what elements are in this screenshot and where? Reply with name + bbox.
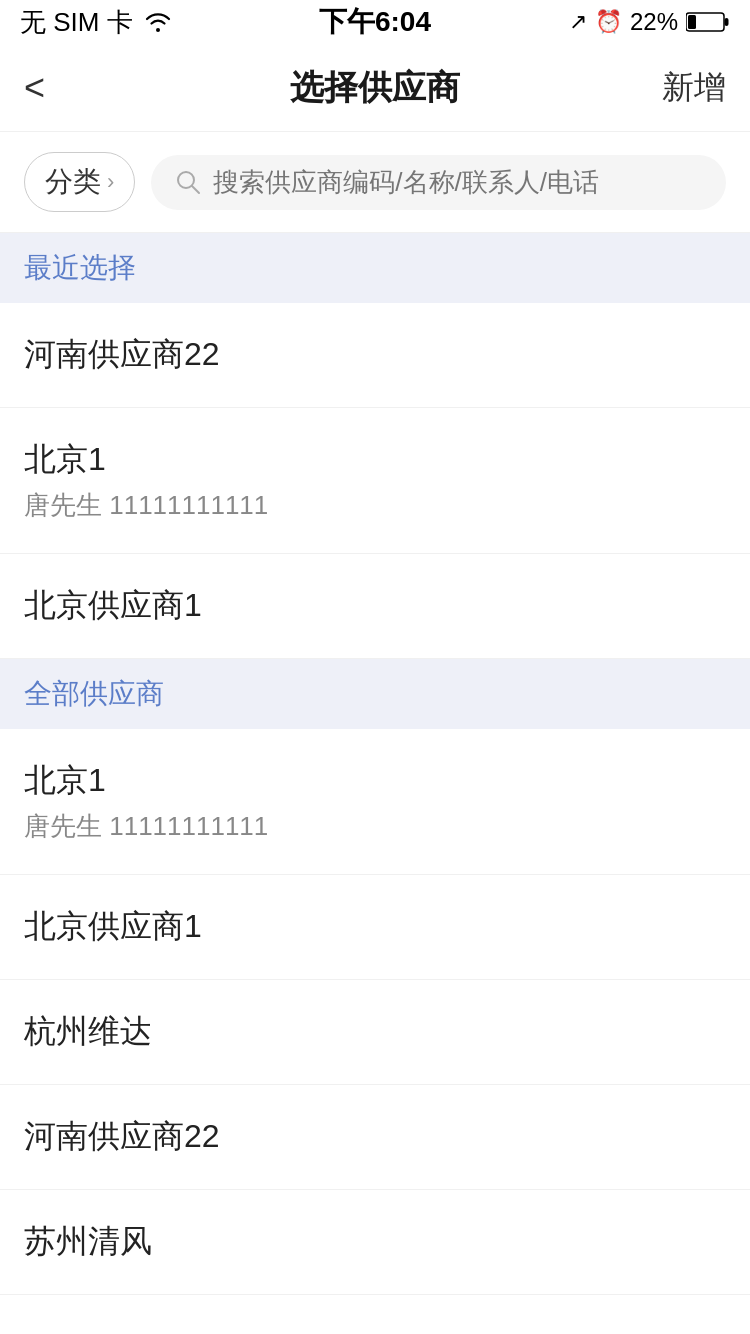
chevron-right-icon: › [107, 169, 114, 195]
item-name: 河南供应商22 [24, 333, 726, 377]
all-section-label: 全部供应商 [24, 678, 164, 709]
battery-text: 22% [630, 8, 678, 36]
recent-section-label: 最近选择 [24, 252, 136, 283]
item-name: 北京1 [24, 438, 726, 482]
item-name: 北京供应商1 [24, 584, 726, 628]
search-box[interactable] [151, 155, 726, 210]
all-section-header: 全部供应商 [0, 659, 750, 729]
item-name: 北京1 [24, 759, 726, 803]
item-sub: 唐先生 11111111111 [24, 488, 726, 523]
back-button[interactable]: < [14, 57, 55, 119]
item-name: 北京供应商1 [24, 905, 726, 949]
recent-items-list: 河南供应商22 北京1 唐先生 11111111111 北京供应商1 [0, 303, 750, 659]
search-icon [175, 169, 201, 195]
location-icon: ↗ [569, 9, 587, 35]
category-button[interactable]: 分类 › [24, 152, 135, 212]
search-input[interactable] [213, 167, 702, 198]
filter-bar: 分类 › [0, 132, 750, 233]
status-left: 无 SIM 卡 [20, 5, 173, 40]
wifi-icon [143, 11, 173, 33]
list-item[interactable]: 苏州清风 [0, 1190, 750, 1295]
battery-icon [686, 11, 730, 33]
svg-rect-2 [688, 15, 696, 29]
status-right: ↗ ⏰ 22% [569, 8, 730, 36]
all-items-list: 北京1 唐先生 11111111111 北京供应商1 杭州维达河南供应商22 苏州清风 [0, 729, 750, 1295]
status-time: 下午6:04 [319, 3, 431, 41]
list-item[interactable]: 杭州维达 [0, 980, 750, 1085]
list-item[interactable]: 北京供应商1 [0, 554, 750, 659]
page-title: 选择供应商 [290, 65, 460, 111]
nav-bar: < 选择供应商 新增 [0, 44, 750, 132]
item-name: 河南供应商22 [24, 1115, 726, 1159]
list-item[interactable]: 河南供应商22 [0, 303, 750, 408]
svg-rect-1 [725, 18, 729, 26]
recent-section-header: 最近选择 [0, 233, 750, 303]
item-name: 杭州维达 [24, 1010, 726, 1054]
list-item[interactable]: 北京1 唐先生 11111111111 [0, 729, 750, 875]
sim-text: 无 SIM 卡 [20, 5, 133, 40]
add-button[interactable]: 新增 [662, 66, 726, 110]
list-item[interactable]: 北京供应商1 [0, 875, 750, 980]
svg-line-4 [192, 186, 199, 193]
status-bar: 无 SIM 卡 下午6:04 ↗ ⏰ 22% [0, 0, 750, 44]
list-item[interactable]: 北京1 唐先生 11111111111 [0, 408, 750, 554]
item-name: 苏州清风 [24, 1220, 726, 1264]
category-label: 分类 [45, 163, 101, 201]
list-item[interactable]: 河南供应商22 [0, 1085, 750, 1190]
item-sub: 唐先生 11111111111 [24, 809, 726, 844]
alarm-icon: ⏰ [595, 9, 622, 35]
